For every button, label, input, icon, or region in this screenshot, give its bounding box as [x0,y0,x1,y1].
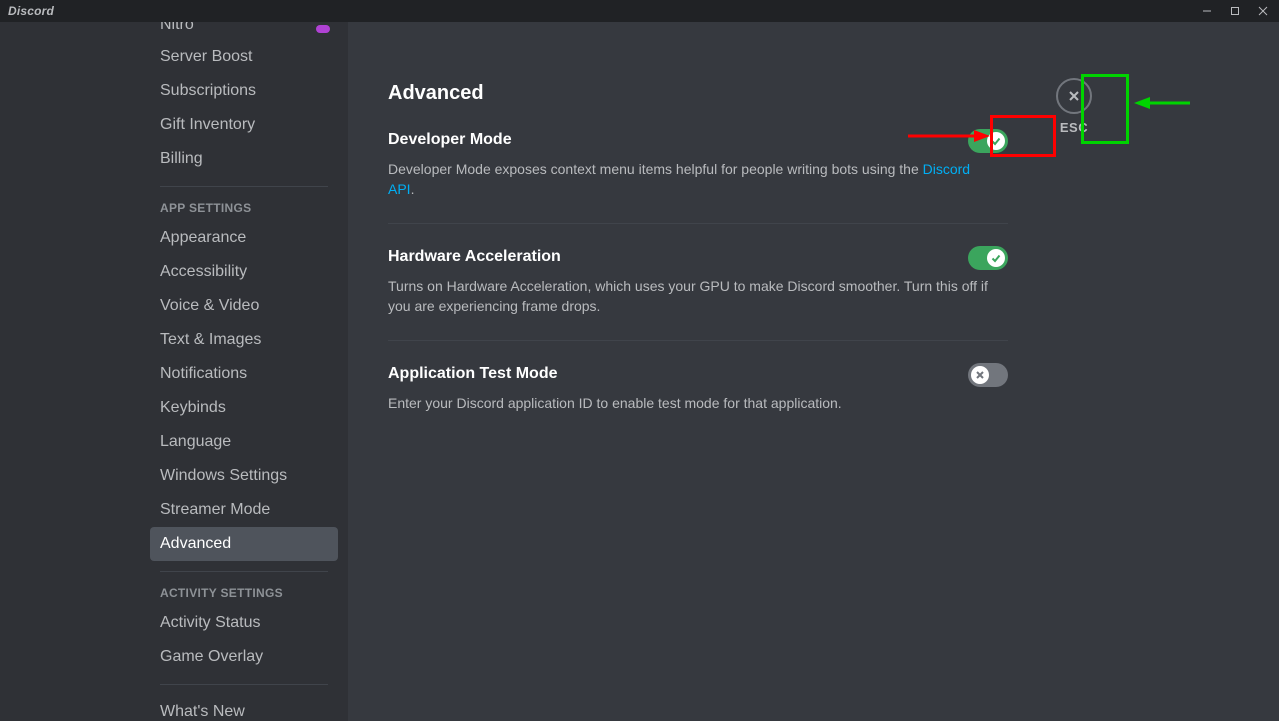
app-body: Nitro Server Boost Subscriptions Gift In… [0,22,1279,721]
toggle-knob [987,249,1005,267]
toggle-knob [987,132,1005,150]
window-maximize-button[interactable] [1221,0,1249,22]
sidebar-item-accessibility[interactable]: Accessibility [150,255,338,289]
sidebar-item-streamer-mode[interactable]: Streamer Mode [150,493,338,527]
sidebar-item-billing[interactable]: Billing [150,142,338,176]
setting-developer-mode: Developer Mode Developer Mode exposes co… [388,131,1008,224]
settings-sidebar: Nitro Server Boost Subscriptions Gift In… [0,22,348,721]
annotation-green-arrow [1134,95,1190,111]
sidebar-item-language[interactable]: Language [150,425,338,459]
sidebar-item-server-boost[interactable]: Server Boost [150,40,338,74]
sidebar-divider [160,186,328,187]
esc-label: ESC [1053,120,1095,135]
setting-application-test-mode: Application Test Mode Enter your Discord… [388,365,1008,437]
sidebar-item-gift-inventory[interactable]: Gift Inventory [150,108,338,142]
sidebar-header-activity-settings: ACTIVITY SETTINGS [150,586,338,600]
window-close-button[interactable] [1249,0,1277,22]
sidebar-header-app-settings: APP SETTINGS [150,201,338,215]
sidebar-item-appearance[interactable]: Appearance [150,221,338,255]
sidebar-item-windows-settings[interactable]: Windows Settings [150,459,338,493]
setting-description: Enter your Discord application ID to ena… [388,393,988,413]
sidebar-item-activity-status[interactable]: Activity Status [150,606,338,640]
setting-title: Hardware Acceleration [388,248,1008,266]
sidebar-item-advanced[interactable]: Advanced [150,527,338,561]
window-minimize-button[interactable] [1193,0,1221,22]
sidebar-item-keybinds[interactable]: Keybinds [150,391,338,425]
toggle-hardware-acceleration[interactable] [968,246,1008,270]
toggle-knob [971,366,989,384]
sidebar-item-game-overlay[interactable]: Game Overlay [150,640,338,674]
toggle-application-test-mode[interactable] [968,363,1008,387]
toggle-developer-mode[interactable] [968,129,1008,153]
settings-content: Advanced Developer Mode Developer Mode e… [348,22,1279,721]
window-controls [1193,0,1277,22]
sidebar-item-subscriptions[interactable]: Subscriptions [150,74,338,108]
sidebar-divider [160,571,328,572]
app-name: Discord [8,4,54,18]
close-settings: ESC [1053,78,1095,135]
sidebar-item-whats-new[interactable]: What's New [150,695,338,721]
sidebar-item-nitro[interactable]: Nitro [150,22,338,40]
sidebar-item-notifications[interactable]: Notifications [150,357,338,391]
sidebar-item-text-images[interactable]: Text & Images [150,323,338,357]
titlebar: Discord [0,0,1279,22]
setting-title: Application Test Mode [388,365,1008,383]
setting-hardware-acceleration: Hardware Acceleration Turns on Hardware … [388,248,1008,341]
page-title: Advanced [388,82,1008,105]
sidebar-item-voice-video[interactable]: Voice & Video [150,289,338,323]
setting-description: Developer Mode exposes context menu item… [388,159,988,199]
sidebar-divider [160,684,328,685]
close-settings-button[interactable] [1056,78,1092,114]
setting-title: Developer Mode [388,131,1008,149]
setting-description: Turns on Hardware Acceleration, which us… [388,276,988,316]
